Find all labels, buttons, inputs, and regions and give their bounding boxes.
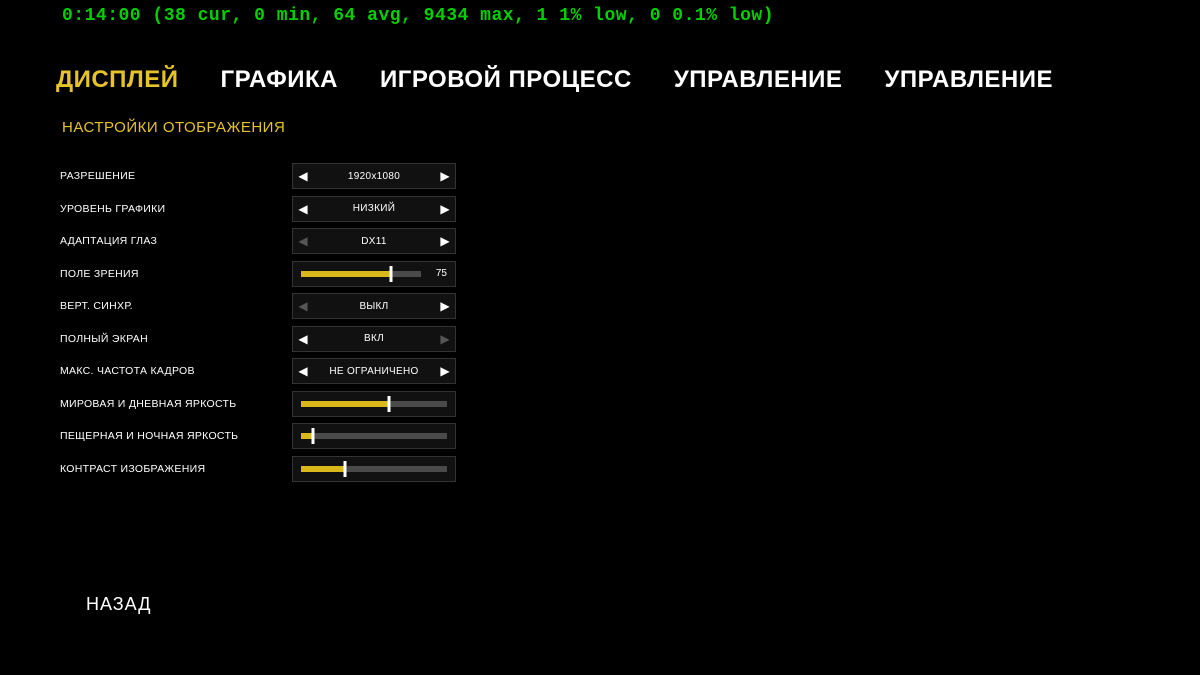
arrow-right-icon: ▶ bbox=[435, 332, 455, 346]
back-button[interactable]: НАЗАД bbox=[86, 594, 151, 615]
arrow-left-icon[interactable]: ◀ bbox=[293, 332, 313, 346]
slider-night_brightness[interactable] bbox=[292, 423, 456, 449]
setting-row-day_brightness: МИРОВАЯ И ДНЕВНАЯ ЯРКОСТЬ bbox=[56, 388, 476, 421]
setting-label: АДАПТАЦИЯ ГЛАЗ bbox=[56, 235, 292, 247]
arrow-left-icon: ◀ bbox=[293, 234, 313, 248]
setting-row-max_fps: МАКС. ЧАСТОТА КАДРОВ◀НЕ ОГРАНИЧЕНО▶ bbox=[56, 355, 476, 388]
tab-controls-1[interactable]: УПРАВЛЕНИЕ bbox=[674, 66, 843, 94]
slider-fill bbox=[301, 466, 345, 472]
selector-value: НЕ ОГРАНИЧЕНО bbox=[313, 366, 435, 377]
section-title: НАСТРОЙКИ ОТОБРАЖЕНИЯ bbox=[62, 119, 285, 136]
setting-row-eye_adaptation: АДАПТАЦИЯ ГЛАЗ◀DX11▶ bbox=[56, 225, 476, 258]
tab-display[interactable]: ДИСПЛЕЙ bbox=[56, 66, 179, 94]
tab-gameplay[interactable]: ИГРОВОЙ ПРОЦЕСС bbox=[380, 66, 632, 94]
arrow-right-icon[interactable]: ▶ bbox=[435, 169, 455, 183]
slider-track[interactable] bbox=[301, 433, 447, 439]
slider-fill bbox=[301, 401, 389, 407]
setting-label: МИРОВАЯ И ДНЕВНАЯ ЯРКОСТЬ bbox=[56, 398, 292, 410]
slider-contrast[interactable] bbox=[292, 456, 456, 482]
selector-value: ВКЛ bbox=[313, 333, 435, 344]
setting-row-fullscreen: ПОЛНЫЙ ЭКРАН◀ВКЛ▶ bbox=[56, 323, 476, 356]
arrow-left-icon[interactable]: ◀ bbox=[293, 364, 313, 378]
tab-controls-2[interactable]: УПРАВЛЕНИЕ bbox=[884, 66, 1053, 94]
setting-row-contrast: КОНТРАСТ ИЗОБРАЖЕНИЯ bbox=[56, 453, 476, 486]
slider-fov[interactable]: 75 bbox=[292, 261, 456, 287]
arrow-right-icon[interactable]: ▶ bbox=[435, 299, 455, 313]
arrow-right-icon[interactable]: ▶ bbox=[435, 364, 455, 378]
setting-label: КОНТРАСТ ИЗОБРАЖЕНИЯ bbox=[56, 463, 292, 475]
setting-label: ВЕРТ. СИНХР. bbox=[56, 300, 292, 312]
selector-max_fps[interactable]: ◀НЕ ОГРАНИЧЕНО▶ bbox=[292, 358, 456, 384]
selector-value: DX11 bbox=[313, 236, 435, 247]
slider-track[interactable] bbox=[301, 271, 421, 277]
setting-row-fov: ПОЛЕ ЗРЕНИЯ 75 bbox=[56, 258, 476, 291]
slider-handle[interactable] bbox=[311, 428, 314, 444]
setting-row-resolution: РАЗРЕШЕНИЕ◀1920x1080▶ bbox=[56, 160, 476, 193]
setting-row-vsync: ВЕРТ. СИНХР.◀ВЫКЛ▶ bbox=[56, 290, 476, 323]
setting-label: МАКС. ЧАСТОТА КАДРОВ bbox=[56, 365, 292, 377]
selector-fullscreen[interactable]: ◀ВКЛ▶ bbox=[292, 326, 456, 352]
selector-value: 1920x1080 bbox=[313, 171, 435, 182]
selector-value: НИЗКИЙ bbox=[313, 203, 435, 214]
slider-track[interactable] bbox=[301, 466, 447, 472]
setting-row-graphics_level: УРОВЕНЬ ГРАФИКИ◀НИЗКИЙ▶ bbox=[56, 193, 476, 226]
setting-label: УРОВЕНЬ ГРАФИКИ bbox=[56, 203, 292, 215]
tab-graphics[interactable]: ГРАФИКА bbox=[221, 66, 338, 94]
slider-day_brightness[interactable] bbox=[292, 391, 456, 417]
setting-label: ПОЛЕ ЗРЕНИЯ bbox=[56, 268, 292, 280]
setting-row-night_brightness: ПЕЩЕРНАЯ И НОЧНАЯ ЯРКОСТЬ bbox=[56, 420, 476, 453]
setting-label: РАЗРЕШЕНИЕ bbox=[56, 170, 292, 182]
setting-label: ПОЛНЫЙ ЭКРАН bbox=[56, 333, 292, 345]
selector-graphics_level[interactable]: ◀НИЗКИЙ▶ bbox=[292, 196, 456, 222]
arrow-left-icon[interactable]: ◀ bbox=[293, 202, 313, 216]
selector-eye_adaptation[interactable]: ◀DX11▶ bbox=[292, 228, 456, 254]
arrow-left-icon[interactable]: ◀ bbox=[293, 169, 313, 183]
fps-overlay: 0:14:00 (38 cur, 0 min, 64 avg, 9434 max… bbox=[62, 6, 774, 26]
arrow-right-icon[interactable]: ▶ bbox=[435, 234, 455, 248]
slider-track[interactable] bbox=[301, 401, 447, 407]
arrow-left-icon: ◀ bbox=[293, 299, 313, 313]
selector-resolution[interactable]: ◀1920x1080▶ bbox=[292, 163, 456, 189]
arrow-right-icon[interactable]: ▶ bbox=[435, 202, 455, 216]
slider-handle[interactable] bbox=[390, 266, 393, 282]
slider-fill bbox=[301, 271, 391, 277]
settings-list: РАЗРЕШЕНИЕ◀1920x1080▶УРОВЕНЬ ГРАФИКИ◀НИЗ… bbox=[56, 160, 476, 485]
slider-value: 75 bbox=[421, 268, 447, 279]
tabs-bar: ДИСПЛЕЙ ГРАФИКА ИГРОВОЙ ПРОЦЕСС УПРАВЛЕН… bbox=[56, 66, 1053, 94]
selector-vsync[interactable]: ◀ВЫКЛ▶ bbox=[292, 293, 456, 319]
slider-handle[interactable] bbox=[387, 396, 390, 412]
setting-label: ПЕЩЕРНАЯ И НОЧНАЯ ЯРКОСТЬ bbox=[56, 430, 292, 442]
slider-handle[interactable] bbox=[343, 461, 346, 477]
selector-value: ВЫКЛ bbox=[313, 301, 435, 312]
